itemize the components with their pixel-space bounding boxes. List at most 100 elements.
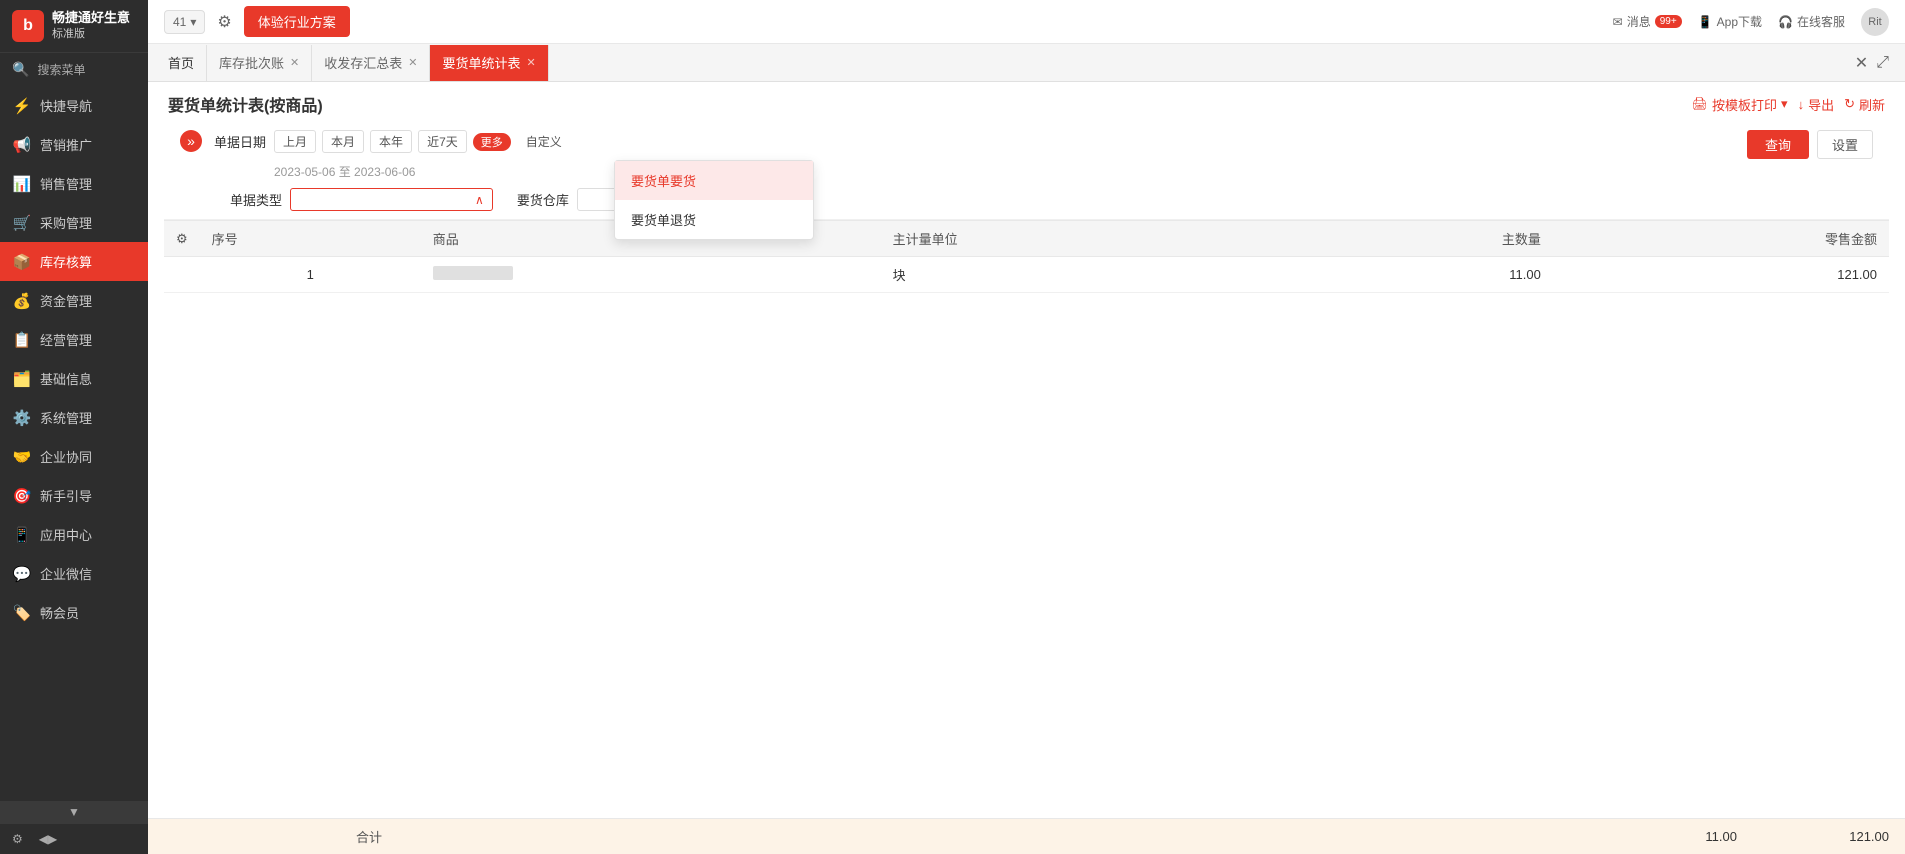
table-footer: 合计 11.00 121.00: [148, 818, 1905, 854]
sidebar-nav: ⚡ 快捷导航 📢 营销推广 📊 销售管理 🛒 采购管理 📦 库存核算 💰 资金管…: [0, 86, 148, 801]
query-button[interactable]: 查询: [1747, 130, 1809, 159]
table-header-row: ⚙ 序号 商品 主计量单位 主数量 零售金额: [164, 221, 1889, 257]
sidebar-item-sales[interactable]: 📊 销售管理: [0, 164, 148, 203]
date-btn-this-month[interactable]: 本月: [322, 130, 364, 153]
sidebar: b 畅捷通好生意 标准版 🔍 搜索菜单 ⚡ 快捷导航 📢 营销推广 📊 销售管理…: [0, 0, 148, 854]
data-table: ⚙ 序号 商品 主计量单位 主数量 零售金额 1: [164, 220, 1889, 293]
print-action[interactable]: 🖨 按模板打印 ▾: [1692, 95, 1788, 114]
table-area: ⚙ 序号 商品 主计量单位 主数量 零售金额 1: [148, 220, 1905, 818]
row-qty-cell[interactable]: 11.00: [1274, 257, 1553, 293]
dropdown-item-order-return[interactable]: 要货单退货: [615, 200, 813, 239]
operation-icon: 📋: [12, 331, 32, 349]
system-icon: ⚙️: [12, 409, 32, 427]
tab-receive-summary[interactable]: 收发存汇总表 ✕: [312, 45, 430, 81]
sidebar-item-appcenter[interactable]: 📱 应用中心: [0, 515, 148, 554]
close-tab-inventory-batch[interactable]: ✕: [290, 56, 299, 69]
top-bar: 41 ▾ ⚙ 体验行业方案 ✉ 消息 99+ 📱 App下载 🎧 在线客服 Ri…: [148, 0, 1905, 44]
type-arrow-icon: ∧: [475, 193, 484, 207]
col-qty-header: 主数量: [1274, 221, 1553, 257]
basic-icon: 🗂️: [12, 370, 32, 388]
top-bar-right: ✉ 消息 99+ 📱 App下载 🎧 在线客服 Rit: [1613, 8, 1889, 36]
type-selector[interactable]: ∧: [290, 188, 493, 211]
tab-order-stats[interactable]: 要货单统计表 ✕: [430, 45, 548, 81]
appcenter-icon: 📱: [12, 526, 32, 544]
date-options: 上月 本月 本年 近7天 更多 自定义: [274, 130, 571, 153]
refresh-action[interactable]: ↻ 刷新: [1844, 95, 1885, 114]
sidebar-item-purchase[interactable]: 🛒 采购管理: [0, 203, 148, 242]
sidebar-item-marketing[interactable]: 📢 营销推广: [0, 125, 148, 164]
avatar[interactable]: Rit: [1861, 8, 1889, 36]
export-action[interactable]: ↓ 导出: [1798, 95, 1835, 114]
page-title: 要货单统计表(按商品): [168, 92, 323, 116]
sidebar-footer: ⚙ ◀▶: [0, 823, 148, 854]
sidebar-item-operation[interactable]: 📋 经营管理: [0, 320, 148, 359]
expand-tabs-icon[interactable]: ⤢: [1876, 54, 1889, 72]
purchase-icon: 🛒: [12, 214, 32, 232]
sidebar-item-enterprise[interactable]: 🤝 企业协同: [0, 437, 148, 476]
phone-icon: 📱: [1698, 15, 1713, 29]
close-all-tabs-icon[interactable]: ✕: [1855, 53, 1868, 73]
product-name-placeholder: [433, 266, 513, 280]
row-product-cell: [421, 257, 881, 293]
online-service-button[interactable]: 🎧 在线客服: [1778, 13, 1845, 30]
date-custom-btn[interactable]: 自定义: [517, 130, 571, 153]
store-selector[interactable]: 41 ▾: [164, 10, 205, 34]
enterprise-icon: 🤝: [12, 448, 32, 466]
sidebar-item-finance[interactable]: 💰 资金管理: [0, 281, 148, 320]
app-download-button[interactable]: 📱 App下载: [1698, 13, 1762, 30]
sidebar-item-shortcut[interactable]: ⚡ 快捷导航: [0, 86, 148, 125]
inventory-icon: 📦: [12, 253, 32, 271]
dropdown-item-order-goods[interactable]: 要货单要货: [615, 161, 813, 200]
export-icon: ↓: [1798, 97, 1805, 112]
row-unit-cell: 块: [881, 257, 1275, 293]
app-logo: b 畅捷通好生意 标准版: [0, 0, 148, 53]
row-amount-cell[interactable]: 121.00: [1553, 257, 1889, 293]
messages-button[interactable]: ✉ 消息 99+: [1613, 13, 1682, 30]
sidebar-collapse-btn[interactable]: ◀▶: [39, 832, 57, 846]
trial-button[interactable]: 体验行业方案: [244, 6, 350, 37]
wechat-icon: 💬: [12, 565, 32, 583]
date-btn-this-year[interactable]: 本年: [370, 130, 412, 153]
settings-button[interactable]: 设置: [1817, 130, 1873, 159]
headset-icon: 🎧: [1778, 15, 1793, 29]
date-filter-label: 单据日期: [214, 132, 266, 151]
search-menu[interactable]: 🔍 搜索菜单: [0, 53, 148, 86]
sidebar-item-inventory[interactable]: 📦 库存核算: [0, 242, 148, 281]
page-content: 要货单统计表(按商品) 🖨 按模板打印 ▾ ↓ 导出 ↻ 刷新 »: [148, 82, 1905, 854]
sidebar-scroll-down[interactable]: ▼: [0, 801, 148, 823]
date-more-btn[interactable]: 更多: [473, 133, 511, 151]
marketing-icon: 📢: [12, 136, 32, 154]
top-bar-left: 41 ▾ ⚙ 体验行业方案: [164, 6, 350, 37]
sidebar-item-system[interactable]: ⚙️ 系统管理: [0, 398, 148, 437]
col-settings-header[interactable]: ⚙: [164, 221, 200, 257]
tab-home[interactable]: 首页: [156, 45, 207, 81]
tab-inventory-batch[interactable]: 库存批次账 ✕: [207, 45, 312, 81]
close-tab-order-stats[interactable]: ✕: [527, 56, 536, 69]
col-amount-header: 零售金额: [1553, 221, 1889, 257]
guide-icon: 🎯: [12, 487, 32, 505]
date-range-text: 2023-05-06 至 2023-06-06: [214, 163, 1735, 180]
settings-icon[interactable]: ⚙: [12, 832, 23, 846]
page-header-actions: 🖨 按模板打印 ▾ ↓ 导出 ↻ 刷新: [1692, 95, 1886, 114]
type-input[interactable]: [299, 192, 475, 207]
type-filter-label: 单据类型: [230, 190, 282, 209]
footer-qty: 11.00: [1617, 829, 1737, 844]
filter-section: » 单据日期 上月 本月 本年 近7天 更多 自定义 2023-05-06 至 …: [164, 122, 1889, 220]
topbar-gear-icon[interactable]: ⚙: [217, 12, 231, 32]
row-num-cell: 1: [200, 257, 421, 293]
shortcut-icon: ⚡: [12, 97, 32, 115]
filter-buttons: 查询 设置: [1747, 130, 1873, 159]
sidebar-item-wechat[interactable]: 💬 企业微信: [0, 554, 148, 593]
date-btn-last-month[interactable]: 上月: [274, 130, 316, 153]
col-settings-icon: ⚙: [176, 231, 188, 246]
sidebar-item-member[interactable]: 🏷️ 畅会员: [0, 593, 148, 632]
sidebar-item-guide[interactable]: 🎯 新手引导: [0, 476, 148, 515]
date-btn-7days[interactable]: 近7天: [418, 130, 467, 153]
message-icon: ✉: [1613, 15, 1623, 29]
close-tab-receive-summary[interactable]: ✕: [408, 56, 417, 69]
filter-inner: 单据日期 上月 本月 本年 近7天 更多 自定义 2023-05-06 至 20…: [214, 130, 1735, 211]
filter-expand-btn[interactable]: »: [180, 130, 202, 152]
dropdown-arrow-icon: ▾: [190, 15, 196, 29]
print-icon: 🖨: [1692, 96, 1709, 112]
sidebar-item-basic[interactable]: 🗂️ 基础信息: [0, 359, 148, 398]
